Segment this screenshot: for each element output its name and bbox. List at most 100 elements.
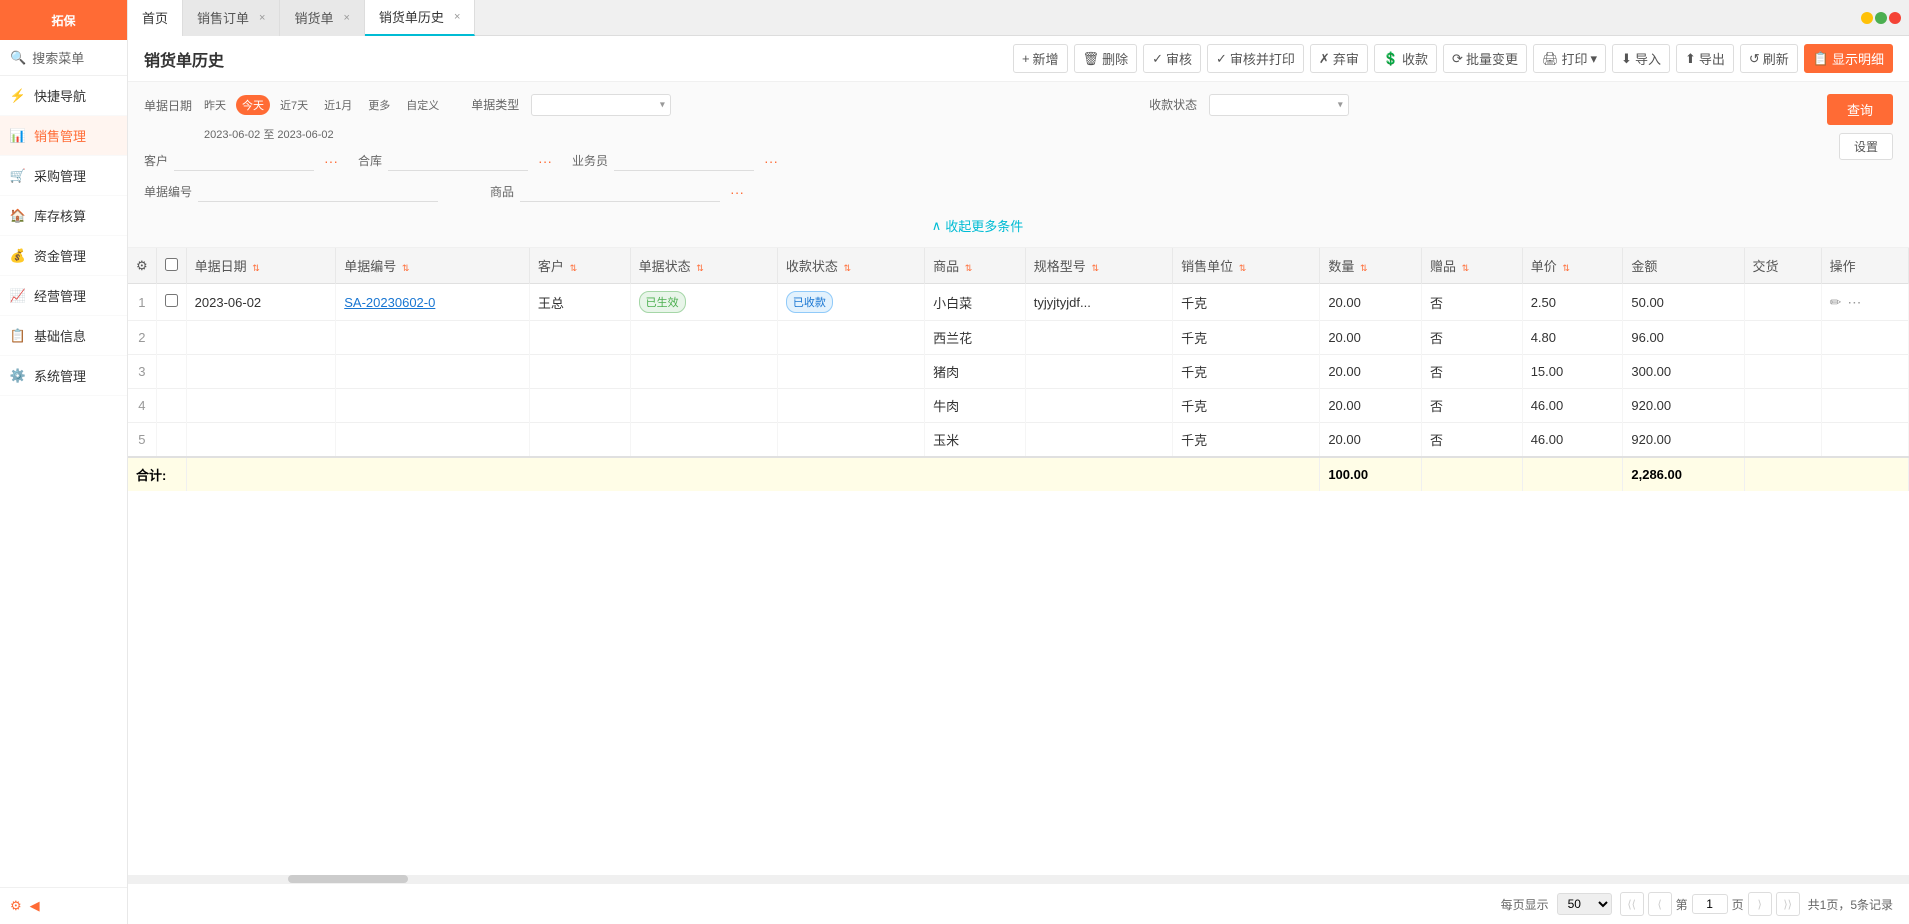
tab-sales-history[interactable]: 销货单历史 ×: [365, 0, 475, 36]
date-shortcut-yesterday[interactable]: 昨天: [198, 95, 232, 115]
date-shortcut-more[interactable]: 更多: [362, 95, 396, 115]
row-doc-no: SA-20230602-0: [336, 284, 530, 321]
row-checkbox-cell: [156, 321, 186, 355]
col-goods[interactable]: 商品 ⇅: [925, 248, 1026, 284]
discard-button[interactable]: ✗ 弃审: [1310, 44, 1368, 73]
collect-status-filter: 收款状态: [1149, 94, 1811, 116]
print-button[interactable]: 🖨 打印 ▾: [1533, 44, 1606, 73]
export-button[interactable]: ⬆ 导出: [1676, 44, 1734, 73]
row-checkbox-cell: [156, 389, 186, 423]
next-page-btn[interactable]: ⟩: [1748, 892, 1772, 916]
col-doc-no[interactable]: 单据编号 ⇅: [336, 248, 530, 284]
col-actions-label: 操作: [1830, 259, 1856, 274]
row-checkbox[interactable]: [165, 294, 178, 307]
page-input[interactable]: [1692, 894, 1728, 914]
date-shortcut-custom[interactable]: 自定义: [400, 95, 445, 115]
tab-sales-order[interactable]: 销售订单 ×: [183, 0, 280, 36]
table-header-row: ⚙ 单据日期 ⇅ 单据编号 ⇅ 客户: [128, 248, 1909, 284]
sidebar-item-finance[interactable]: 💰 资金管理: [0, 236, 127, 276]
last-page-btn[interactable]: ⟩⟩: [1776, 892, 1800, 916]
collect-status-select[interactable]: [1209, 94, 1349, 116]
page-size-select[interactable]: 50 20 100: [1557, 893, 1612, 915]
edit-row-btn[interactable]: ✏: [1830, 294, 1842, 311]
warehouse-input[interactable]: [388, 150, 528, 171]
date-shortcut-week7[interactable]: 近7天: [274, 95, 314, 115]
show-detail-button[interactable]: 📋 显示明细: [1804, 44, 1893, 73]
delete-button[interactable]: 🗑 删除: [1074, 44, 1138, 73]
staff-filter: 业务员 ···: [572, 150, 782, 171]
tab-home[interactable]: 首页: [128, 0, 183, 36]
sort-icon-doc-status: ⇅: [696, 263, 704, 273]
audit-print-button[interactable]: ✓ 审核并打印: [1207, 44, 1304, 73]
date-filter-field: 单据日期 昨天 今天 近7天 近1月 更多 自定义: [144, 95, 445, 115]
query-button[interactable]: 查询: [1827, 94, 1893, 125]
sidebar-item-system[interactable]: ⚙️ 系统管理: [0, 356, 127, 396]
date-shortcut-today[interactable]: 今天: [236, 95, 270, 115]
row-transaction: [1744, 321, 1821, 355]
select-all-checkbox[interactable]: [165, 258, 178, 271]
row-amount: 96.00: [1623, 321, 1744, 355]
tab-sales-order-close[interactable]: ×: [259, 12, 265, 24]
sidebar-settings-icon[interactable]: ⚙: [10, 898, 22, 914]
tab-sales-goods-close[interactable]: ×: [343, 12, 349, 24]
batch-change-button[interactable]: ⟳ 批量变更: [1443, 44, 1527, 73]
collect-button[interactable]: 💲 收款: [1374, 44, 1437, 73]
row-customer: [529, 423, 630, 458]
row-goods: 猪肉: [925, 355, 1026, 389]
col-collect-status[interactable]: 收款状态 ⇅: [777, 248, 924, 284]
horizontal-scrollbar[interactable]: [128, 875, 1909, 883]
warehouse-dots-btn[interactable]: ···: [534, 153, 556, 169]
col-sales-unit[interactable]: 销售单位 ⇅: [1173, 248, 1320, 284]
setting-button[interactable]: 设置: [1839, 133, 1893, 160]
import-button[interactable]: ⬇ 导入: [1612, 44, 1670, 73]
sidebar-item-purchase-mgmt[interactable]: 🛒 采购管理: [0, 156, 127, 196]
col-customer[interactable]: 客户 ⇅: [529, 248, 630, 284]
collapse-btn[interactable]: ∧ 收起更多条件: [144, 212, 1811, 235]
goods-input[interactable]: [520, 181, 720, 202]
doc-type-select[interactable]: [531, 94, 671, 116]
col-spec-type[interactable]: 规格型号 ⇅: [1025, 248, 1172, 284]
col-unit-price[interactable]: 单价 ⇅: [1522, 248, 1623, 284]
content-area: 销货单历史 + 新增 🗑 删除 ✓ 审核 ✓ 审核并打印 ✗ 弃审: [128, 36, 1909, 924]
sidebar-item-basic-info[interactable]: 📋 基础信息: [0, 316, 127, 356]
sidebar-item-quick-nav[interactable]: ⚡ 快捷导航: [0, 76, 127, 116]
tab-sales-history-close[interactable]: ×: [454, 11, 460, 23]
col-gift[interactable]: 赠品 ⇅: [1422, 248, 1523, 284]
prev-page-btn[interactable]: ⟨: [1648, 892, 1672, 916]
sidebar-item-label: 库存核算: [34, 206, 86, 225]
row-num-cell: 4: [128, 389, 156, 423]
customer-dots-btn[interactable]: ···: [320, 153, 342, 169]
staff-input[interactable]: [614, 150, 754, 171]
doc-no-link[interactable]: SA-20230602-0: [344, 295, 435, 310]
window-maximize[interactable]: [1875, 12, 1887, 24]
table-row: 5 玉米 千克 20.00 否 46.00 920.00: [128, 423, 1909, 458]
page-navigation: ⟨⟨ ⟨ 第 页 ⟩ ⟩⟩: [1620, 892, 1800, 916]
sidebar-bottom: ⚙ ◀: [0, 887, 127, 924]
goods-dots-btn[interactable]: ···: [726, 184, 748, 200]
col-doc-date[interactable]: 单据日期 ⇅: [186, 248, 336, 284]
sidebar-item-inventory[interactable]: 🏠 库存核算: [0, 196, 127, 236]
more-row-btn[interactable]: ⋯: [1847, 294, 1861, 311]
first-page-btn[interactable]: ⟨⟨: [1620, 892, 1644, 916]
docno-input[interactable]: [198, 181, 438, 202]
date-shortcut-month1[interactable]: 近1月: [318, 95, 358, 115]
sidebar-item-sales-mgmt[interactable]: 📊 销售管理: [0, 116, 127, 156]
row-collect-status: [777, 321, 924, 355]
col-quantity[interactable]: 数量 ⇅: [1320, 248, 1422, 284]
col-doc-status[interactable]: 单据状态 ⇅: [630, 248, 777, 284]
refresh-button[interactable]: ↺ 刷新: [1740, 44, 1798, 73]
staff-dots-btn[interactable]: ···: [760, 153, 782, 169]
sidebar-collapse-icon[interactable]: ◀: [30, 898, 40, 914]
customer-input[interactable]: [174, 150, 314, 171]
tab-sales-goods[interactable]: 销货单 ×: [280, 0, 364, 36]
scrollbar-thumb[interactable]: [288, 875, 408, 883]
add-button[interactable]: + 新增: [1013, 44, 1068, 73]
sidebar-item-operations[interactable]: 📈 经营管理: [0, 276, 127, 316]
print-icon: 🖨: [1542, 51, 1559, 67]
sidebar-search[interactable]: 🔍 搜索菜单: [0, 40, 127, 76]
window-minimize[interactable]: [1861, 12, 1873, 24]
window-close[interactable]: [1889, 12, 1901, 24]
audit-button[interactable]: ✓ 审核: [1143, 44, 1201, 73]
table-settings-col[interactable]: ⚙: [128, 248, 156, 284]
warehouse-label: 合库: [358, 152, 382, 169]
